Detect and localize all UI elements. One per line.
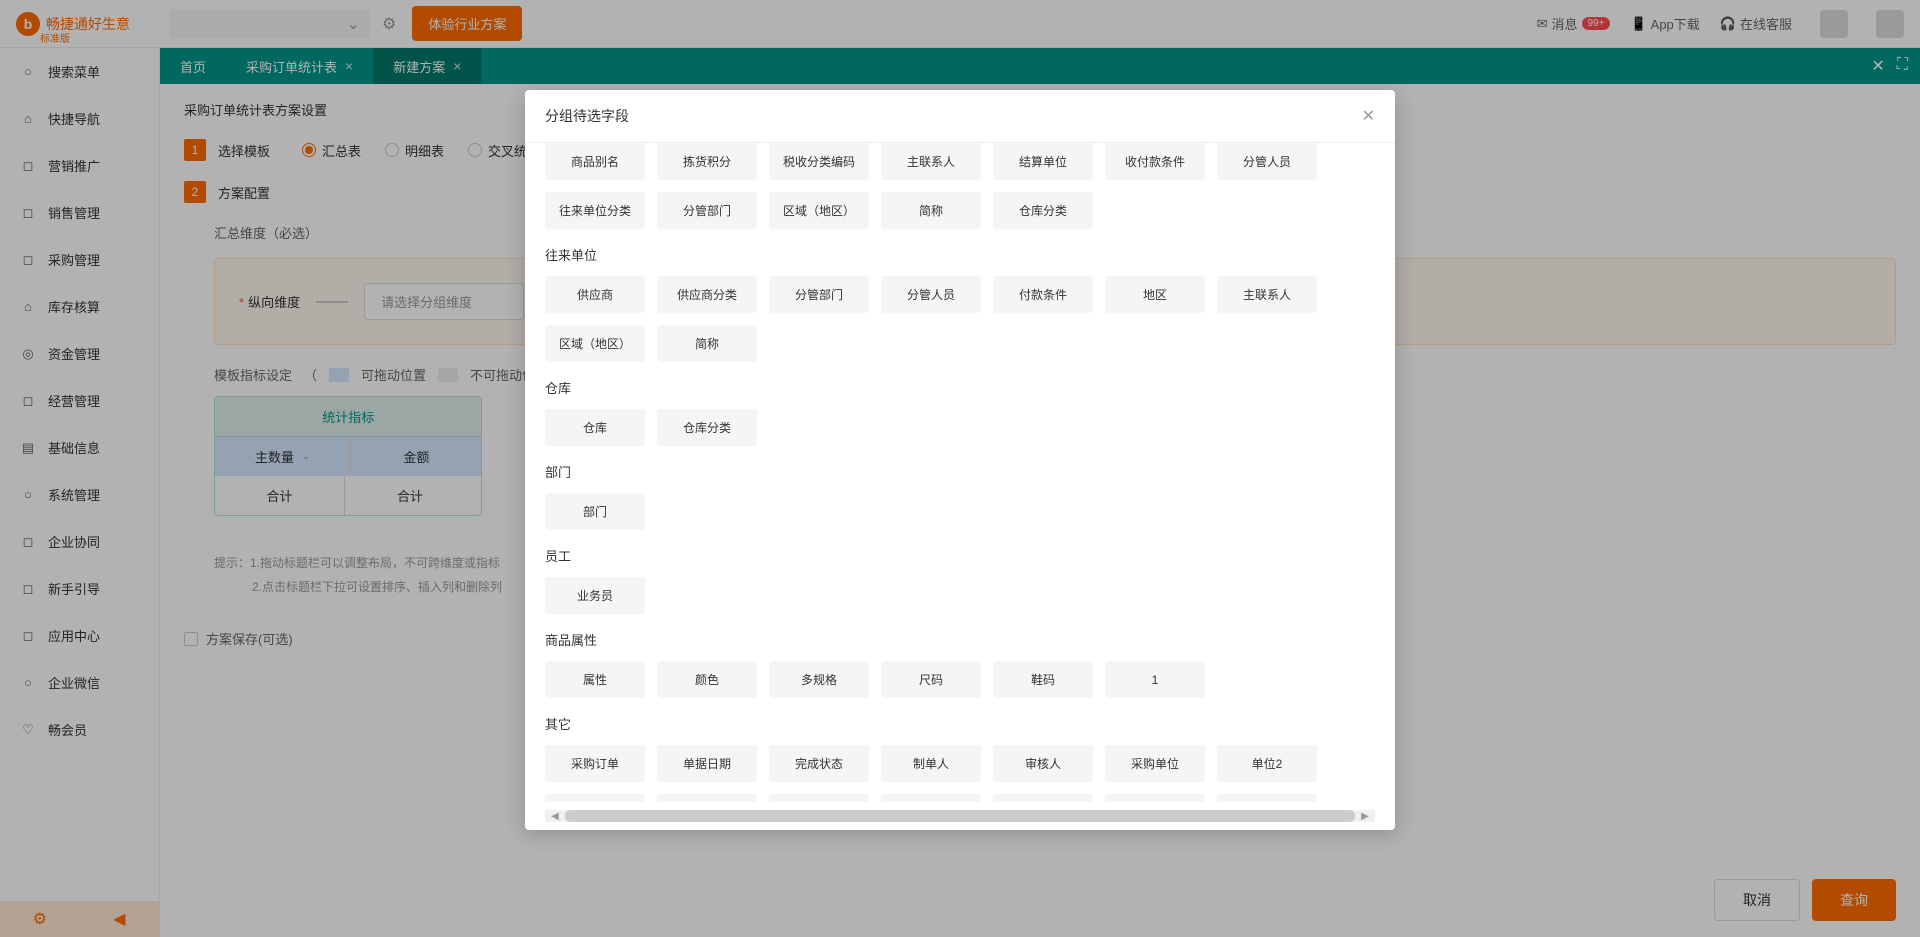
scroll-right-icon[interactable]: ▶ xyxy=(1359,810,1371,822)
field-chip[interactable]: 收付款条件 xyxy=(1105,143,1205,180)
field-chip[interactable]: 批号 xyxy=(657,794,757,802)
field-chip[interactable]: 业务员 xyxy=(545,577,645,614)
field-chip[interactable]: 分管部门 xyxy=(657,192,757,229)
field-chip[interactable]: 项目 xyxy=(1217,794,1317,802)
field-chip[interactable]: 主联系人 xyxy=(881,143,981,180)
horizontal-scrollbar[interactable]: ◀ ▶ xyxy=(545,810,1375,822)
scrollbar-thumb[interactable] xyxy=(565,810,1355,822)
field-chip[interactable]: 单据日期 xyxy=(657,745,757,782)
field-group: 仓库仓库仓库分类 xyxy=(545,378,1375,446)
field-chip[interactable]: 采购订单 xyxy=(545,745,645,782)
field-selector-modal: 分组待选字段 ✕ 商品别名拣货积分税收分类编码主联系人结算单位收付款条件分管人员… xyxy=(525,90,1395,830)
field-group: 员工业务员 xyxy=(545,546,1375,614)
field-chip[interactable]: 拣货积分 xyxy=(657,143,757,180)
field-chip[interactable]: 区域（地区） xyxy=(545,325,645,362)
field-chip[interactable]: 销售订单 xyxy=(881,794,981,802)
field-group: 商品属性属性颜色多规格尺码鞋码 1 xyxy=(545,630,1375,698)
field-chip[interactable]: 供应商 xyxy=(545,276,645,313)
field-chip[interactable]: 制单人 xyxy=(881,745,981,782)
field-chip[interactable]: 地区 xyxy=(1105,276,1205,313)
field-chip[interactable]: 完成状态 xyxy=(769,745,869,782)
field-chip[interactable]: 价格类型 xyxy=(769,794,869,802)
field-chip[interactable]: 分管人员 xyxy=(881,276,981,313)
field-group-title: 往来单位 xyxy=(545,245,1375,264)
field-chip[interactable]: 税收分类编码 xyxy=(769,143,869,180)
field-chip[interactable]: 往来单位分类 xyxy=(545,192,645,229)
field-chip[interactable]: 颜色 xyxy=(657,661,757,698)
field-group-title: 其它 xyxy=(545,714,1375,733)
field-chip[interactable]: 鞋码 xyxy=(993,661,1093,698)
field-group: 往来单位供应商供应商分类分管部门分管人员付款条件地区主联系人区域（地区） 简称 xyxy=(545,245,1375,362)
close-icon[interactable]: ✕ xyxy=(1362,106,1375,126)
field-chip[interactable]: 仓库分类 xyxy=(657,409,757,446)
field-chip[interactable]: 多规格 xyxy=(769,661,869,698)
field-chip[interactable]: 供应商分类 xyxy=(657,276,757,313)
field-group-title: 仓库 xyxy=(545,378,1375,397)
field-group-title: 商品属性 xyxy=(545,630,1375,649)
field-group: 部门部门 xyxy=(545,462,1375,530)
field-chip[interactable]: 简称 xyxy=(657,325,757,362)
scroll-left-icon[interactable]: ◀ xyxy=(549,810,561,822)
field-chip[interactable]: 分管人员 xyxy=(1217,143,1317,180)
field-group: 其它采购订单单据日期完成状态制单人审核人采购单位单位2 主计量 批号 价格类型 销售订单… xyxy=(545,714,1375,802)
field-chip[interactable]: 来源单据 xyxy=(1105,794,1205,802)
field-chip[interactable]: 销售订单（明细） xyxy=(993,794,1093,802)
field-chip[interactable]: 尺码 xyxy=(881,661,981,698)
field-group-title: 部门 xyxy=(545,462,1375,481)
modal-body[interactable]: 商品别名拣货积分税收分类编码主联系人结算单位收付款条件分管人员 往来单位分类分管… xyxy=(525,143,1395,802)
field-chip[interactable]: 仓库 xyxy=(545,409,645,446)
modal-title: 分组待选字段 xyxy=(545,106,629,126)
field-chip[interactable]: 属性 xyxy=(545,661,645,698)
field-chip[interactable]: 商品别名 xyxy=(545,143,645,180)
field-chip[interactable]: 付款条件 xyxy=(993,276,1093,313)
field-chip[interactable]: 主计量 xyxy=(545,794,645,802)
field-chip[interactable]: 区域（地区） xyxy=(769,192,869,229)
field-chip[interactable]: 部门 xyxy=(545,493,645,530)
field-chip[interactable]: 简称 xyxy=(881,192,981,229)
field-chip[interactable]: 采购单位 xyxy=(1105,745,1205,782)
field-chip[interactable]: 结算单位 xyxy=(993,143,1093,180)
field-chip[interactable]: 审核人 xyxy=(993,745,1093,782)
field-chip[interactable]: 单位2 xyxy=(1217,745,1317,782)
field-chip[interactable]: 1 xyxy=(1105,661,1205,698)
field-chip[interactable]: 仓库分类 xyxy=(993,192,1093,229)
field-chip[interactable]: 主联系人 xyxy=(1217,276,1317,313)
field-group-title: 员工 xyxy=(545,546,1375,565)
field-chip[interactable]: 分管部门 xyxy=(769,276,869,313)
